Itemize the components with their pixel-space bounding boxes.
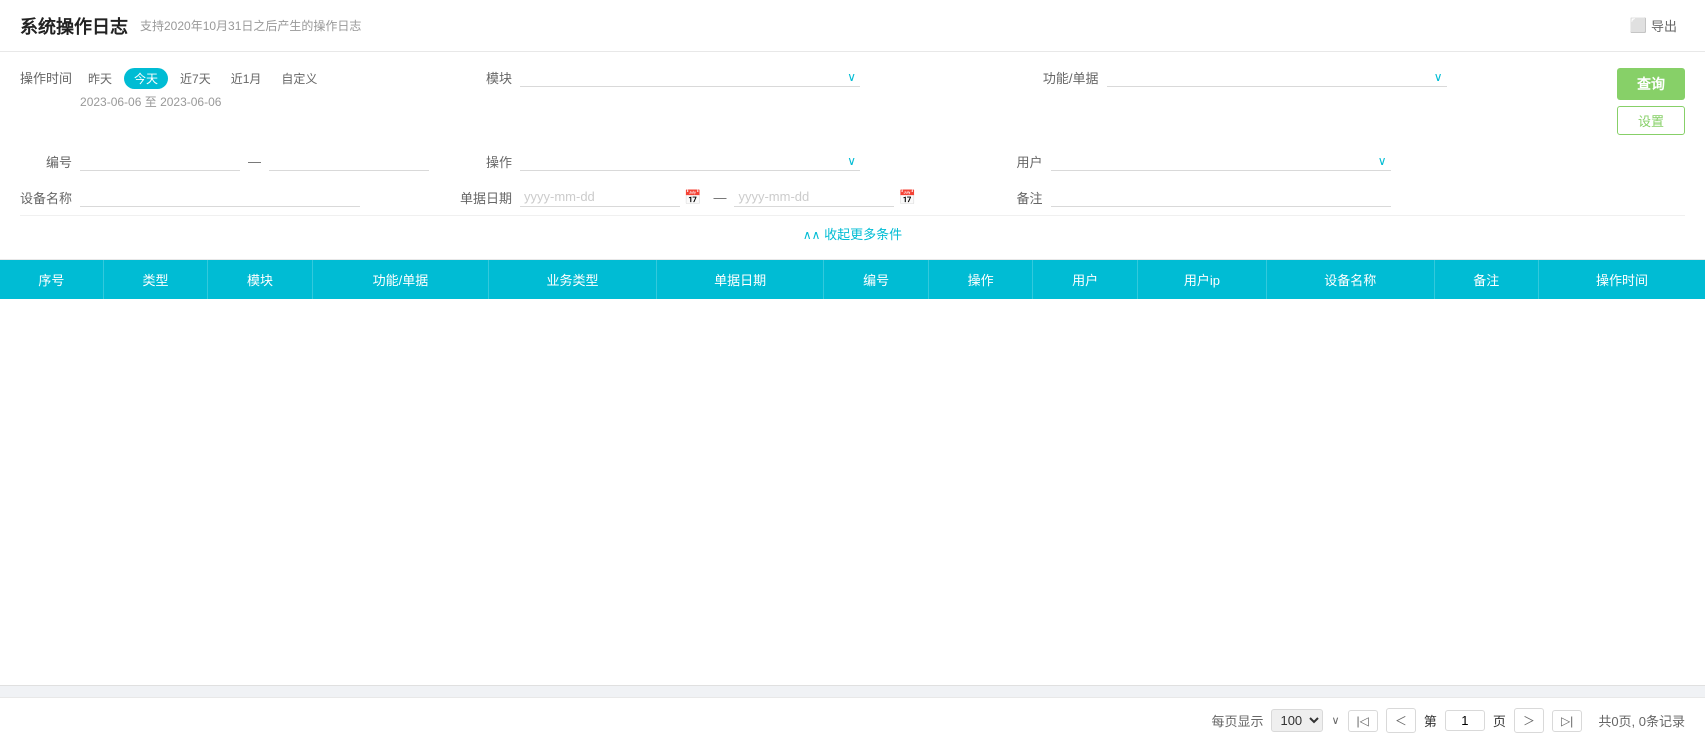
horizontal-scrollbar[interactable] [0, 685, 1705, 697]
page-prefix-label: 第 [1424, 711, 1437, 730]
last-page-button[interactable]: ▷| [1552, 710, 1582, 732]
time-btn-7days[interactable]: 近7天 [172, 68, 219, 89]
col-operation: 操作 [928, 260, 1032, 299]
col-number: 编号 [824, 260, 928, 299]
collapse-label: 收起更多条件 [824, 227, 902, 242]
function-select[interactable]: ∨ [1107, 68, 1447, 87]
per-page-label: 每页显示 [1211, 711, 1263, 730]
operation-label: 操作 [460, 152, 520, 171]
collapse-icon: ∧∧ [803, 228, 821, 242]
user-select-value [1055, 159, 1374, 163]
time-btn-1month[interactable]: 近1月 [223, 68, 270, 89]
time-filter-group: 昨天 今天 近7天 近1月 自定义 2023-06-06 至 2023-06-0… [80, 68, 325, 110]
module-select-value [524, 75, 843, 79]
voucher-date-label: 单据日期 [460, 188, 520, 207]
pagination-total: 共0页, 0条记录 [1598, 711, 1685, 730]
filter-area: 操作时间 昨天 今天 近7天 近1月 自定义 2023-06-06 至 2023… [0, 52, 1705, 260]
number-dash: — [248, 154, 261, 169]
prev-page-icon: ＜ [1395, 714, 1407, 728]
next-page-button[interactable]: ＞ [1514, 708, 1544, 733]
calendar-icon-2[interactable]: 📅 [898, 189, 915, 206]
function-label: 功能/单据 [1037, 68, 1107, 87]
page-header: 系统操作日志 支持2020年10月31日之后产生的操作日志 ⬜ 导出 [0, 0, 1705, 52]
prev-page-button[interactable]: ＜ [1386, 708, 1416, 733]
table-header-row: 序号 类型 模块 功能/单据 业务类型 单据日期 编号 操作 用户 用户ip 设… [0, 260, 1705, 299]
col-function: 功能/单据 [312, 260, 488, 299]
time-btn-yesterday[interactable]: 昨天 [80, 68, 120, 89]
scrollbar-inner [0, 686, 1700, 687]
dropdown-arrow-icon: ∨ [1331, 714, 1339, 727]
page-subtitle: 支持2020年10月31日之后产生的操作日志 [140, 17, 361, 34]
operation-dropdown-icon: ∨ [847, 154, 856, 168]
last-page-icon: ▷| [1561, 714, 1573, 728]
time-range-display: 2023-06-06 至 2023-06-06 [80, 93, 325, 110]
settings-button[interactable]: 设置 [1617, 106, 1685, 135]
page-title: 系统操作日志 [20, 13, 128, 39]
col-op-time: 操作时间 [1539, 260, 1705, 299]
date-dash: — [713, 190, 726, 205]
number-label: 编号 [20, 152, 80, 171]
first-page-button[interactable]: |◁ [1348, 710, 1378, 732]
per-page-select[interactable]: 100 50 200 [1271, 709, 1323, 732]
function-dropdown-icon: ∨ [1434, 70, 1443, 84]
first-page-icon: |◁ [1357, 714, 1369, 728]
pagination-area: 每页显示 100 50 200 ∨ |◁ ＜ 第 页 ＞ ▷| 共0页, 0条记… [0, 697, 1705, 743]
calendar-icon-1[interactable]: 📅 [684, 189, 701, 206]
date-from-input[interactable] [520, 187, 680, 207]
page-number-input[interactable] [1445, 710, 1485, 731]
remark-input[interactable] [1051, 187, 1391, 207]
col-voucher-date: 单据日期 [656, 260, 824, 299]
action-buttons: 查询 设置 [1617, 68, 1685, 135]
collapse-bar: ∧∧ 收起更多条件 [20, 215, 1685, 243]
number-input-to[interactable] [269, 151, 429, 171]
user-label: 用户 [981, 152, 1051, 171]
function-select-value [1111, 75, 1430, 79]
date-to-input[interactable] [734, 187, 894, 207]
col-biz-type: 业务类型 [489, 260, 657, 299]
user-dropdown-icon: ∨ [1378, 154, 1387, 168]
collapse-button[interactable]: ∧∧ 收起更多条件 [803, 224, 902, 243]
number-input-from[interactable] [80, 151, 240, 171]
col-module: 模块 [208, 260, 312, 299]
remark-label: 备注 [981, 188, 1051, 207]
device-label: 设备名称 [20, 188, 80, 207]
export-button[interactable]: ⬜ 导出 [1622, 12, 1685, 39]
table-container: 序号 类型 模块 功能/单据 业务类型 单据日期 编号 操作 用户 用户ip 设… [0, 260, 1705, 685]
col-type: 类型 [103, 260, 207, 299]
col-remark: 备注 [1434, 260, 1538, 299]
time-btn-custom[interactable]: 自定义 [273, 68, 325, 89]
header-left: 系统操作日志 支持2020年10月31日之后产生的操作日志 [20, 13, 361, 39]
module-select[interactable]: ∨ [520, 68, 860, 87]
module-label: 模块 [460, 68, 520, 87]
operation-select-value [524, 159, 843, 163]
device-input[interactable] [80, 187, 360, 207]
col-device-name: 设备名称 [1266, 260, 1434, 299]
page-suffix-label: 页 [1493, 711, 1506, 730]
module-dropdown-icon: ∨ [847, 70, 856, 84]
time-btn-today[interactable]: 今天 [124, 68, 168, 89]
col-seq: 序号 [0, 260, 103, 299]
next-page-icon: ＞ [1523, 714, 1535, 728]
export-icon: ⬜ [1630, 17, 1647, 34]
col-user: 用户 [1033, 260, 1137, 299]
export-label: 导出 [1651, 16, 1677, 35]
operation-select[interactable]: ∨ [520, 152, 860, 171]
data-table: 序号 类型 模块 功能/单据 业务类型 单据日期 编号 操作 用户 用户ip 设… [0, 260, 1705, 299]
time-label: 操作时间 [20, 68, 80, 87]
user-select[interactable]: ∨ [1051, 152, 1391, 171]
query-button[interactable]: 查询 [1617, 68, 1685, 100]
page-container: 系统操作日志 支持2020年10月31日之后产生的操作日志 ⬜ 导出 操作时间 … [0, 0, 1705, 743]
col-user-ip: 用户ip [1137, 260, 1266, 299]
